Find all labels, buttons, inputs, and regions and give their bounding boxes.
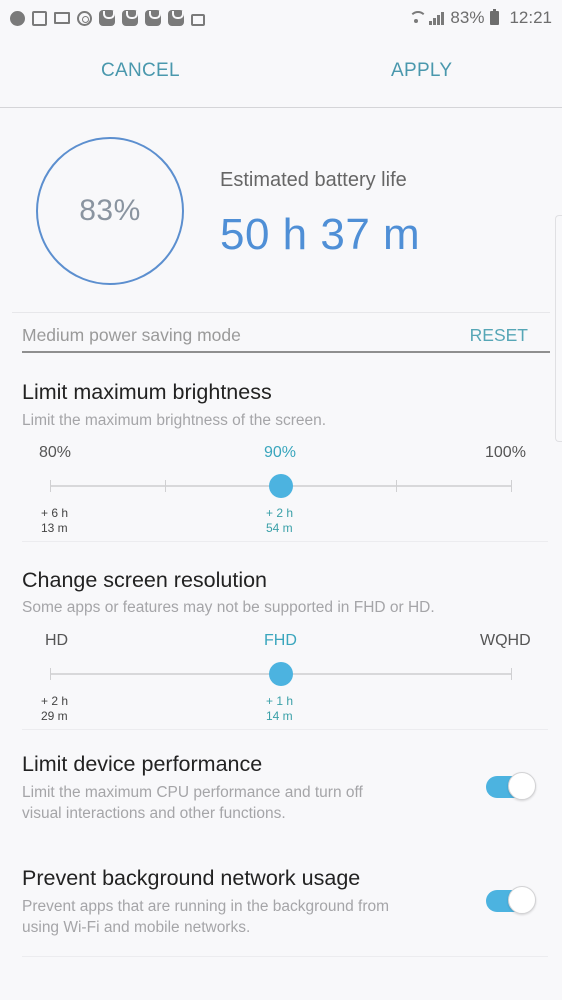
status-bar: 83% 12:21 [0,0,562,36]
battery-gauge: 83% [36,137,184,285]
battery-percent: 83% [450,8,485,27]
notification-icons [10,10,205,26]
slider-tick [165,480,166,492]
resolution-option-fhd[interactable]: FHD [264,632,297,650]
resolution-subtitle: Some apps or features may not be support… [22,599,435,616]
network-subtitle-line: using Wi-Fi and mobile networks. [22,919,251,936]
battery-icon [490,9,500,25]
slider-tick [50,668,51,680]
store-icon [145,10,161,26]
slider-tick [396,480,397,492]
wifi-icon [409,11,428,25]
cancel-button[interactable]: CANCEL [101,60,180,82]
apply-button[interactable]: APPLY [391,60,452,82]
clock: 12:21 [509,8,552,27]
slider-tick [511,480,512,492]
resolution-title: Change screen resolution [22,568,268,592]
resolution-slider-thumb[interactable] [269,662,293,686]
sync-icon [77,10,92,26]
gallery-icon [32,10,47,26]
gain-hours: + 2 h [41,694,69,708]
system-indicators: 83% 12:21 [409,8,552,28]
store-icon [99,10,115,26]
mode-underline [22,351,550,353]
toggle-knob [508,886,536,914]
slider-tick [511,668,512,680]
gain-minutes: 14 m [266,709,293,723]
brightness-option-100[interactable]: 100% [485,444,526,462]
power-mode-row: Medium power saving mode RESET [12,312,550,353]
resolution-option-hd[interactable]: HD [45,632,68,650]
brightness-option-90[interactable]: 90% [264,444,296,462]
brightness-gain-80: + 6 h 13 m [41,506,68,536]
slider-tick [50,480,51,492]
gain-hours: + 1 h [266,694,294,708]
gain-hours: + 2 h [266,506,294,520]
brightness-option-80[interactable]: 80% [39,444,71,462]
clipboard-icon [191,14,205,26]
toggle-knob [508,772,536,800]
power-mode-label: Medium power saving mode [22,325,241,345]
store-icon [168,10,184,26]
signal-icon [429,11,445,25]
divider [22,729,548,730]
network-title: Prevent background network usage [22,866,361,890]
performance-title: Limit device performance [22,752,263,776]
resolution-option-wqhd[interactable]: WQHD [480,632,531,650]
battery-gauge-percent: 83% [79,194,141,227]
gmail-icon [54,12,70,24]
action-bar: CANCEL APPLY [0,36,562,108]
network-subtitle-line: Prevent apps that are running in the bac… [22,898,390,915]
estimated-battery-value: 50 h 37 m [220,210,421,259]
divider [22,956,548,957]
network-subtitle: Prevent apps that are running in the bac… [22,896,389,938]
gain-hours: + 6 h [41,506,69,520]
brightness-subtitle: Limit the maximum brightness of the scre… [22,412,327,429]
performance-subtitle: Limit the maximum CPU performance and tu… [22,782,363,824]
gain-minutes: 13 m [41,521,68,535]
estimated-battery-label: Estimated battery life [220,169,407,191]
performance-toggle[interactable] [486,772,536,800]
brightness-gain-90: + 2 h 54 m [266,506,293,536]
brightness-title: Limit maximum brightness [22,380,272,404]
music-icon [10,10,25,26]
brightness-slider-thumb[interactable] [269,474,293,498]
performance-subtitle-line: Limit the maximum CPU performance and tu… [22,784,363,801]
divider [22,541,548,542]
gain-minutes: 29 m [41,709,68,723]
gain-minutes: 54 m [266,521,293,535]
network-toggle[interactable] [486,886,536,914]
reset-button[interactable]: RESET [470,325,528,346]
performance-subtitle-line: visual interactions and other functions. [22,805,286,822]
scrollbar[interactable] [555,215,562,442]
resolution-gain-fhd: + 1 h 14 m [266,694,293,724]
store-icon [122,10,138,26]
resolution-gain-hd: + 2 h 29 m [41,694,68,724]
